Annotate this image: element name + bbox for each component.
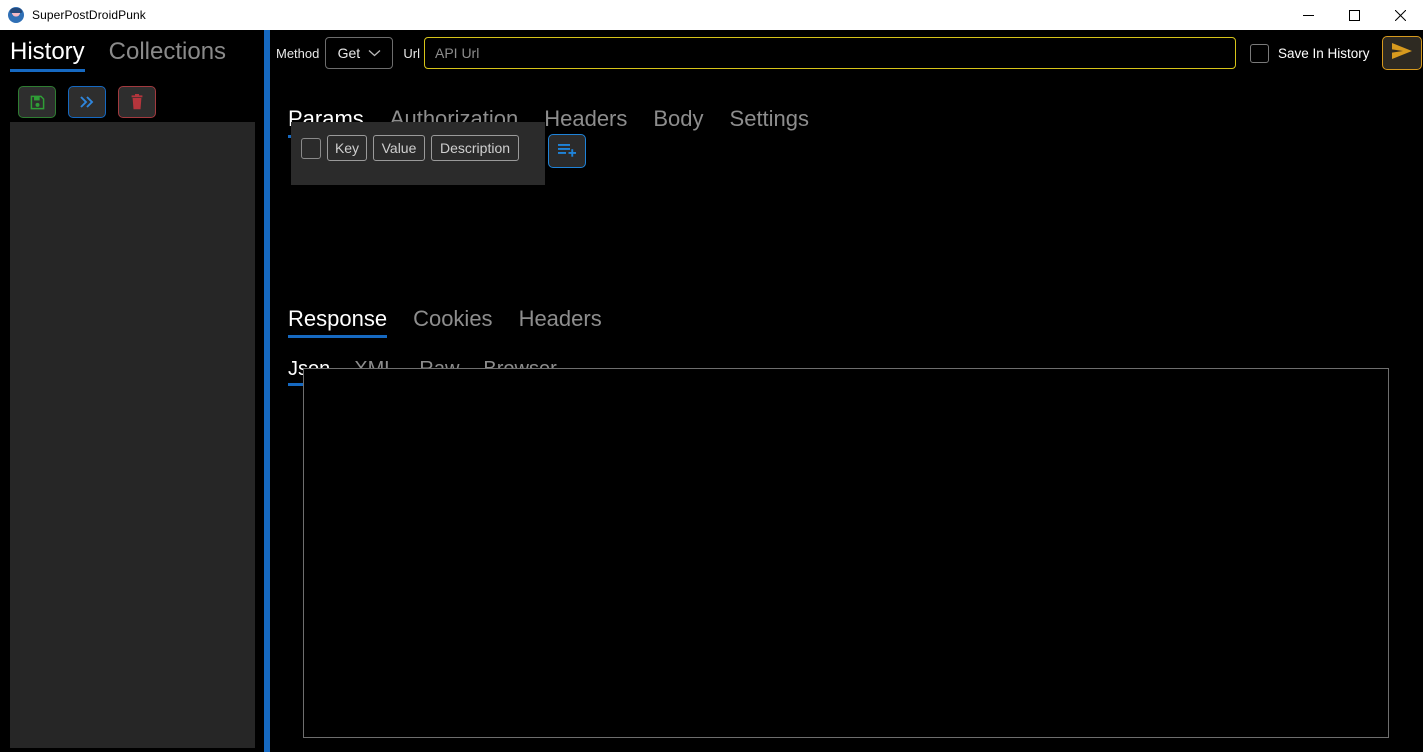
send-arrow-icon [1390,41,1414,66]
save-button[interactable] [18,86,56,118]
tab-response-headers[interactable]: Headers [519,306,602,338]
param-enabled-checkbox[interactable] [301,137,321,159]
param-value-input[interactable] [373,135,425,161]
history-list[interactable] [10,122,255,748]
send-button[interactable] [1381,36,1422,70]
method-label: Method [276,45,320,61]
response-body-viewer[interactable] [303,368,1389,738]
param-description-input[interactable] [431,135,519,161]
params-panel [291,122,545,185]
sidebar-action-buttons [18,86,156,118]
delete-button[interactable] [118,86,156,118]
url-input[interactable] [423,37,1236,69]
playlist-add-icon [557,141,577,162]
save-in-history-checkbox[interactable] [1249,43,1269,63]
main-panel: Method Get Url Save In History Params Au… [270,30,1423,752]
close-icon[interactable] [1377,0,1423,30]
url-label: Url [403,45,420,61]
window-titlebar: SuperPostDroidPunk [0,0,1423,30]
trash-icon [130,94,144,110]
minimize-icon[interactable] [1285,0,1331,30]
sidebar-tabs: History Collections [10,38,226,72]
chevron-down-icon [368,49,381,57]
param-key-input[interactable] [327,135,367,161]
window-controls [1285,0,1423,30]
tab-settings[interactable]: Settings [730,106,810,138]
window-title: SuperPostDroidPunk [32,8,146,22]
expand-button[interactable] [68,86,106,118]
method-select-value: Get [337,45,361,61]
floppy-disk-icon [30,95,45,110]
tab-cookies[interactable]: Cookies [413,306,492,338]
add-param-row-button[interactable] [548,134,586,168]
response-tabs: Response Cookies Headers [288,306,602,338]
tab-response[interactable]: Response [288,306,388,338]
sidebar-tab-collections[interactable]: Collections [109,38,226,72]
tab-body[interactable]: Body [653,106,703,138]
sidebar-tab-history[interactable]: History [10,38,85,72]
maximize-icon[interactable] [1331,0,1377,30]
sidebar-panel: History Collections [0,30,264,752]
save-in-history-label: Save In History [1277,45,1370,61]
app-avatar-icon [8,7,24,23]
params-row [301,135,519,161]
double-chevron-right-icon [79,95,95,109]
method-select[interactable]: Get [325,37,394,69]
request-bar: Method Get Url Save In History [270,34,1423,72]
